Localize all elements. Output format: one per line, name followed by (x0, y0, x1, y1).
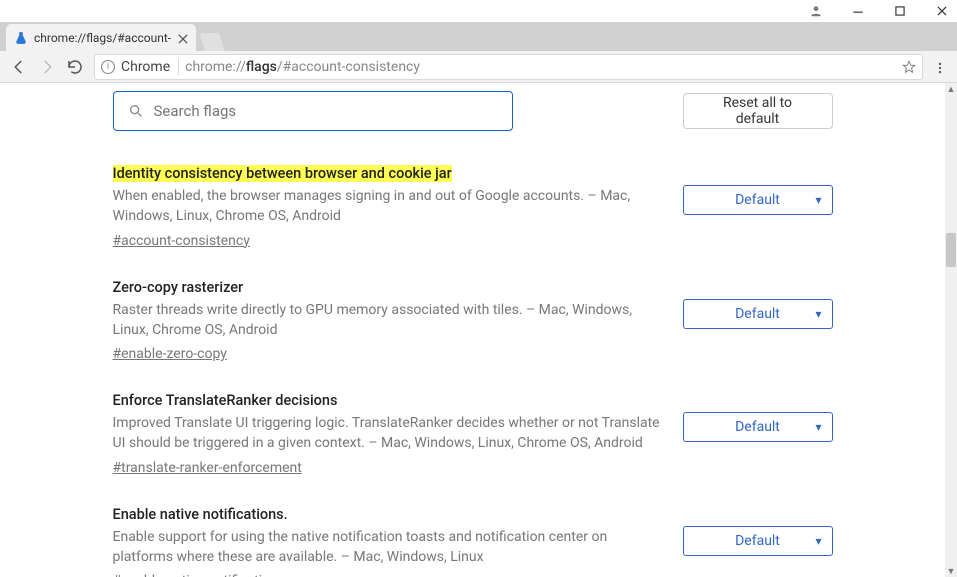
flag-title: Enable native notifications. (113, 506, 288, 523)
close-window-icon[interactable] (935, 4, 949, 18)
page-info-icon[interactable]: i (101, 60, 115, 74)
flask-icon (14, 31, 28, 45)
minimize-icon[interactable] (851, 4, 865, 18)
flag-description: Raster threads write directly to GPU mem… (113, 300, 663, 341)
user-profile-icon[interactable] (809, 4, 823, 18)
flag-dropdown-value: Default (735, 419, 780, 435)
flag-title: Identity consistency between browser and… (113, 165, 452, 182)
flag-title: Zero-copy rasterizer (113, 279, 244, 296)
maximize-icon[interactable] (893, 4, 907, 18)
new-tab-button[interactable] (199, 33, 225, 51)
flag-anchor-link[interactable]: #enable-zero-copy (113, 346, 227, 362)
flag-dropdown[interactable]: Default (683, 526, 833, 556)
flag-dropdown-value: Default (735, 306, 780, 322)
tabstrip: chrome://flags/#account- (0, 22, 957, 51)
vertical-scrollbar[interactable]: ▲ ▼ (945, 83, 957, 577)
omnibox-label: Chrome (121, 59, 179, 75)
omnibox[interactable]: i Chrome chrome://flags/#account-consist… (94, 54, 923, 80)
back-icon[interactable] (10, 58, 28, 76)
flag-description: Enable support for using the native noti… (113, 527, 663, 568)
flag-dropdown[interactable]: Default (683, 412, 833, 442)
flag-dropdown[interactable]: Default (683, 299, 833, 329)
flag-row: Enable native notifications. Enable supp… (113, 504, 833, 577)
scroll-up-icon[interactable]: ▲ (945, 83, 957, 95)
reload-icon[interactable] (66, 58, 84, 76)
flag-anchor-link[interactable]: #translate-ranker-enforcement (113, 460, 302, 476)
reset-all-button[interactable]: Reset all to default (683, 93, 833, 129)
flag-dropdown-value: Default (735, 192, 780, 208)
search-icon (128, 103, 144, 119)
bookmark-star-icon[interactable] (902, 60, 916, 74)
flag-anchor-link[interactable]: #account-consistency (113, 233, 250, 249)
scrollbar-thumb[interactable] (946, 233, 956, 267)
forward-icon (38, 58, 56, 76)
search-flags-box[interactable] (113, 91, 513, 131)
scroll-down-icon[interactable]: ▼ (945, 565, 957, 577)
flag-description: When enabled, the browser manages signin… (113, 186, 663, 227)
close-tab-icon[interactable] (178, 33, 188, 43)
flag-title: Enforce TranslateRanker decisions (113, 392, 338, 409)
tab-flags[interactable]: chrome://flags/#account- (6, 24, 196, 51)
flag-row: Identity consistency between browser and… (113, 163, 833, 249)
window-titlebar (0, 0, 957, 22)
flag-row: Zero-copy rasterizer Raster threads writ… (113, 277, 833, 363)
omnibox-url: chrome://flags/#account-consistency (185, 59, 896, 75)
tab-title: chrome://flags/#account- (34, 31, 171, 45)
search-input[interactable] (154, 102, 498, 120)
menu-icon[interactable] (933, 60, 947, 74)
flag-dropdown-value: Default (735, 533, 780, 549)
flag-anchor-link[interactable]: #enable-native-notifications (113, 573, 286, 577)
flag-dropdown[interactable]: Default (683, 185, 833, 215)
toolbar: i Chrome chrome://flags/#account-consist… (0, 51, 957, 83)
flag-row: Enforce TranslateRanker decisions Improv… (113, 390, 833, 476)
flag-description: Improved Translate UI triggering logic. … (113, 413, 663, 454)
page-content: Reset all to default Identity consistenc… (0, 83, 945, 577)
